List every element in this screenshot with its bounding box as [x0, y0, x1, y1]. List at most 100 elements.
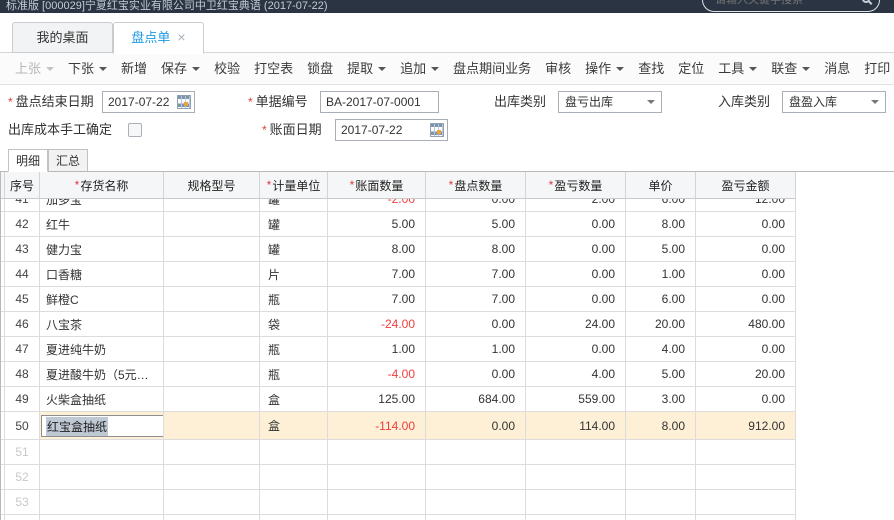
cell-book-qty[interactable]: -114.00	[328, 412, 426, 440]
inventory-name-editor[interactable]: 红宝盒抽纸	[41, 415, 163, 437]
cell-count-qty[interactable]: 1.00	[426, 337, 526, 362]
cell-price[interactable]	[626, 465, 696, 490]
cell-spec[interactable]	[164, 237, 260, 262]
cell-unit[interactable]: 片	[260, 262, 328, 287]
toolbar-button-5[interactable]: 打空表	[254, 53, 293, 84]
cell-diff-qty[interactable]	[526, 440, 626, 465]
cell-unit[interactable]: 瓶	[260, 337, 328, 362]
cell-book-qty[interactable]: 5.00	[328, 212, 426, 237]
cell-count-qty[interactable]: 684.00	[426, 387, 526, 412]
cell-diff-qty[interactable]: 0.00	[526, 212, 626, 237]
cell-count-qty[interactable]	[426, 440, 526, 465]
column-header-amount[interactable]: 盈亏金额	[696, 172, 796, 199]
cell-amount[interactable]: 0.00	[696, 387, 796, 412]
cell-count-qty[interactable]: 7.00	[426, 287, 526, 312]
cell-book-qty[interactable]: -4.00	[328, 362, 426, 387]
cell-amount[interactable]	[696, 440, 796, 465]
cell-unit[interactable]: 袋	[260, 312, 328, 337]
cell-name[interactable]	[40, 490, 164, 515]
cell-unit[interactable]	[260, 515, 328, 520]
cell-name[interactable]: 夏进纯牛奶	[40, 337, 164, 362]
toolbar-button-16[interactable]: 消息	[824, 53, 850, 84]
column-header-spec[interactable]: 规格型号	[164, 172, 260, 199]
cell-name[interactable]: 鲜橙C	[40, 287, 164, 312]
cell-unit[interactable]	[260, 440, 328, 465]
manual-cost-checkbox[interactable]	[128, 123, 142, 137]
toolbar-button-4[interactable]: 校验	[214, 53, 240, 84]
cell-spec[interactable]	[164, 490, 260, 515]
cell-spec[interactable]	[164, 362, 260, 387]
cell-amount[interactable]: 0.00	[696, 262, 796, 287]
cell-amount[interactable]	[696, 490, 796, 515]
cell-diff-qty[interactable]: 0.00	[526, 287, 626, 312]
cell-count-qty[interactable]: 7.00	[426, 262, 526, 287]
cell-name[interactable]	[40, 465, 164, 490]
cell-unit[interactable]: 瓶	[260, 362, 328, 387]
calendar-icon[interactable]	[430, 123, 444, 137]
toolbar-button-3[interactable]: 保存	[161, 53, 201, 84]
cell-name[interactable]: 健力宝	[40, 237, 164, 262]
column-header-price[interactable]: 单价	[626, 172, 696, 199]
cell-spec[interactable]	[164, 199, 260, 212]
cell-diff-qty[interactable]: 2.00	[526, 199, 626, 212]
cell-amount[interactable]: 12.00	[696, 199, 796, 212]
cell-name[interactable]: 红牛	[40, 212, 164, 237]
cell-unit[interactable]	[260, 465, 328, 490]
cell-diff-qty[interactable]: 114.00	[526, 412, 626, 440]
detail-tab-detail[interactable]: 明细	[8, 149, 48, 172]
toolbar-button-7[interactable]: 提取	[347, 53, 387, 84]
cell-name[interactable]: 火柴盒抽纸	[40, 387, 164, 412]
cell-diff-qty[interactable]: 0.00	[526, 337, 626, 362]
cell-book-qty[interactable]: 1.00	[328, 337, 426, 362]
cell-name[interactable]	[40, 440, 164, 465]
cell-count-qty[interactable]	[426, 490, 526, 515]
cell-diff-qty[interactable]	[526, 515, 626, 520]
cell-unit[interactable]: 盒	[260, 387, 328, 412]
cell-price[interactable]	[626, 515, 696, 520]
cell-book-qty[interactable]: -2.00	[328, 199, 426, 212]
cell-diff-qty[interactable]: 559.00	[526, 387, 626, 412]
cell-amount[interactable]	[696, 465, 796, 490]
cell-count-qty[interactable]: 0.00	[426, 362, 526, 387]
cell-amount[interactable]: 480.00	[696, 312, 796, 337]
toolbar-button-12[interactable]: 查找	[638, 53, 664, 84]
column-header-diff-qty[interactable]: * 盈亏数量	[526, 172, 626, 199]
cell-unit[interactable]	[260, 490, 328, 515]
toolbar-button-6[interactable]: 锁盘	[307, 53, 333, 84]
toolbar-button-2[interactable]: 新增	[121, 53, 147, 84]
cell-book-qty[interactable]: -24.00	[328, 312, 426, 337]
cell-price[interactable]: 6.00	[626, 199, 696, 212]
cell-book-qty[interactable]: 8.00	[328, 237, 426, 262]
cell-book-qty[interactable]	[328, 465, 426, 490]
cell-book-qty[interactable]: 7.00	[328, 287, 426, 312]
cell-amount[interactable]	[696, 515, 796, 520]
outbound-type-select[interactable]: 盘亏出库	[558, 91, 662, 113]
cell-diff-qty[interactable]: 0.00	[526, 237, 626, 262]
cell-diff-qty[interactable]: 24.00	[526, 312, 626, 337]
global-search-box[interactable]	[702, 0, 880, 12]
toolbar-button-17[interactable]: 打印	[864, 53, 890, 84]
cell-spec[interactable]	[164, 515, 260, 520]
cell-name[interactable]: 加多宝	[40, 199, 164, 212]
cell-amount[interactable]: 0.00	[696, 212, 796, 237]
column-header-seq[interactable]: 序号	[5, 172, 40, 199]
toolbar-button-13[interactable]: 定位	[678, 53, 704, 84]
cell-price[interactable]: 20.00	[626, 312, 696, 337]
cell-count-qty[interactable]: 5.00	[426, 212, 526, 237]
cell-unit[interactable]: 罐	[260, 237, 328, 262]
cell-spec[interactable]	[164, 287, 260, 312]
cell-book-qty[interactable]: 7.00	[328, 262, 426, 287]
toolbar-button-1[interactable]: 下张	[68, 53, 108, 84]
cell-diff-qty[interactable]: 4.00	[526, 362, 626, 387]
cell-amount[interactable]: 0.00	[696, 237, 796, 262]
detail-tab-summary[interactable]: 汇总	[48, 149, 88, 172]
cell-name[interactable]: 红宝盒抽纸	[40, 412, 164, 440]
cell-price[interactable]	[626, 490, 696, 515]
cell-diff-qty[interactable]: 0.00	[526, 262, 626, 287]
tab-inventory-sheet[interactable]: 盘点单 ×	[113, 22, 204, 54]
calendar-icon[interactable]	[177, 95, 191, 109]
cell-unit[interactable]: 罐	[260, 212, 328, 237]
column-header-count-qty[interactable]: * 盘点数量	[426, 172, 526, 199]
column-header-book-qty[interactable]: * 账面数量	[328, 172, 426, 199]
cell-price[interactable]: 4.00	[626, 337, 696, 362]
